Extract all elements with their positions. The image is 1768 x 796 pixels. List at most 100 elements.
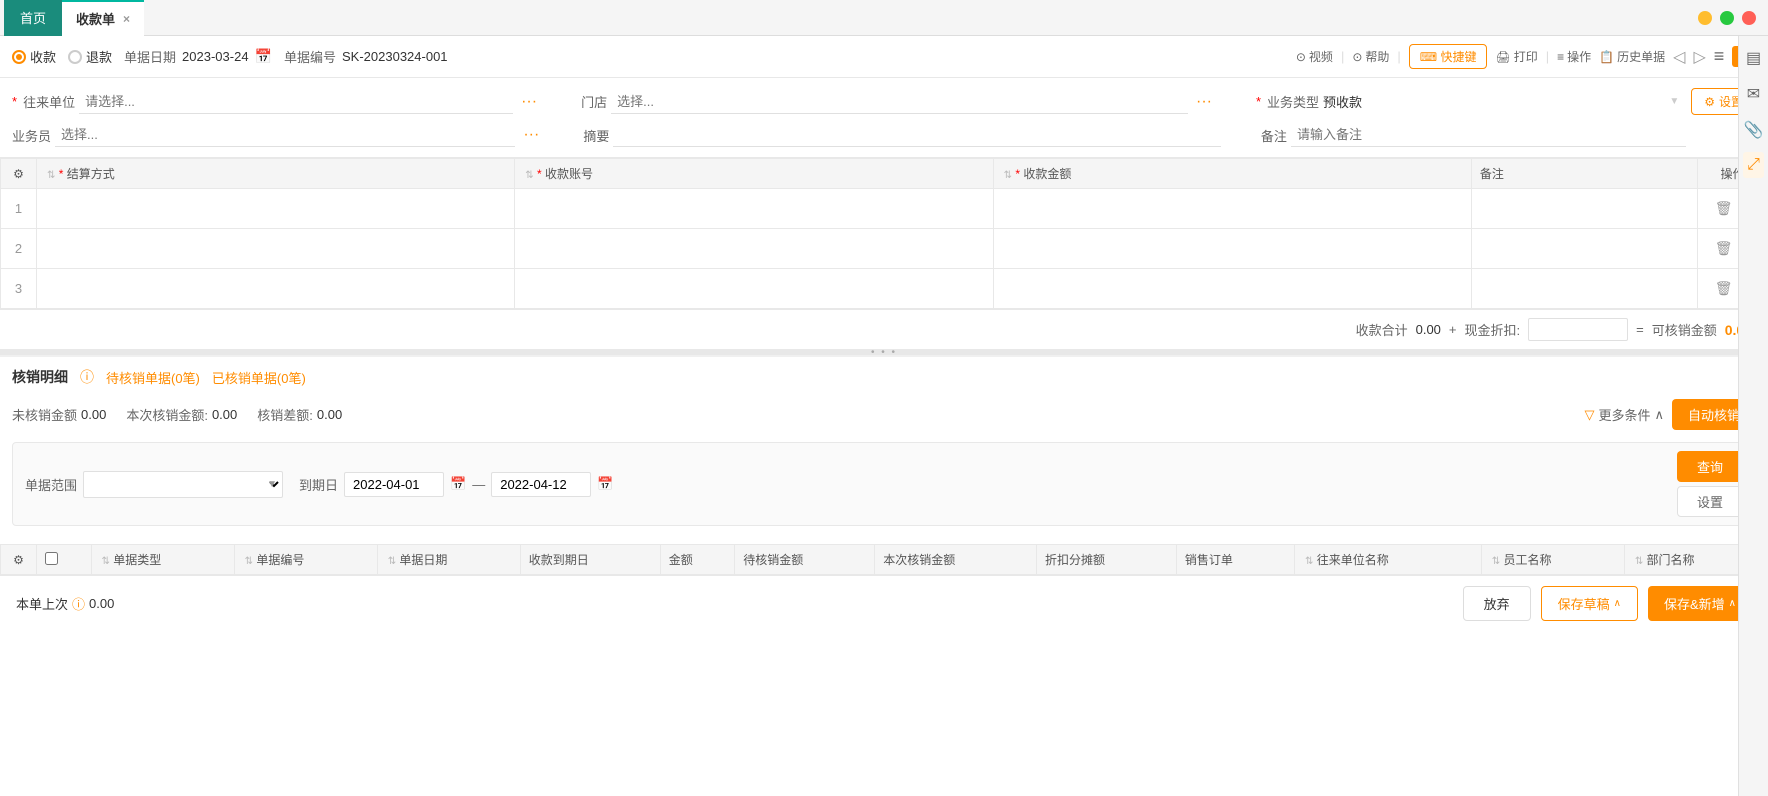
calendar-to-icon[interactable]: 📅 (597, 476, 613, 492)
cell-note-1[interactable] (1471, 189, 1697, 229)
delete-icon-1[interactable]: 🗑 (1715, 200, 1733, 217)
window-minimize-btn[interactable] (1698, 11, 1712, 25)
store-input[interactable] (611, 90, 1188, 114)
video-label: 视频 (1309, 48, 1333, 65)
tab-receipt[interactable]: 收款单 × (62, 0, 144, 36)
cell-amount-2[interactable] (993, 229, 1471, 269)
save-new-button[interactable]: 保存&新增 ∧ (1648, 586, 1752, 621)
operation-btn[interactable]: ≡ 操作 (1557, 48, 1591, 65)
calendar-icon[interactable]: 📅 (255, 48, 272, 65)
discount-input[interactable] (1528, 318, 1628, 341)
sort-b6: ⇅ (1635, 556, 1643, 567)
tab-home[interactable]: 首页 (4, 0, 62, 36)
discard-label: 放弃 (1484, 597, 1510, 612)
radio-refund[interactable]: 退款 (68, 47, 112, 66)
range-select[interactable] (83, 471, 283, 498)
bth-discount-label: 折扣分摊额 (1045, 553, 1105, 567)
window-close-btn[interactable] (1742, 11, 1756, 25)
menu-icon[interactable]: ≡ (1714, 46, 1725, 67)
video-btn[interactable]: ⊙ 视频 (1296, 48, 1333, 65)
tab-close-icon[interactable]: × (123, 12, 130, 26)
shortcut-btn[interactable]: ⌨ 快捷键 (1409, 44, 1488, 69)
bth-checkbox[interactable] (37, 545, 92, 575)
date-to-input[interactable] (491, 472, 591, 497)
bth-this-time-label: 本次核销金额 (883, 553, 955, 567)
table-gear-icon[interactable]: ⚙ (13, 167, 24, 181)
cell-account-3[interactable] (515, 269, 993, 309)
history-label: 历史单据 (1617, 48, 1665, 65)
delete-icon-2[interactable]: 🗑 (1715, 240, 1733, 257)
select-all-checkbox[interactable] (45, 552, 58, 565)
window-maximize-btn[interactable] (1720, 11, 1734, 25)
sidebar-table-icon[interactable]: ▤ (1742, 44, 1765, 72)
salesman-label: 业务员 (12, 126, 51, 145)
bth-dept-label: 部门名称 (1647, 553, 1695, 567)
writeoff-info-icon[interactable]: ⓘ (80, 367, 94, 387)
more-conditions-btn[interactable]: ▽ 更多条件 ∧ (1584, 405, 1664, 424)
done-tab-link[interactable]: 已核销单据(0笔) (212, 368, 306, 387)
date-from-input[interactable] (344, 472, 444, 497)
query-button[interactable]: 查询 (1677, 451, 1743, 482)
bottom-gear-icon[interactable]: ⚙ (13, 553, 24, 567)
nav-prev-icon[interactable]: ◁ (1673, 47, 1685, 67)
bottom-table-container: ⚙ ⇅ 单据类型 ⇅ 单据编号 ⇅ 单据日期 (0, 544, 1768, 575)
help-icon: ⊙ (1352, 50, 1362, 64)
nav-next-icon[interactable]: ▷ (1693, 47, 1705, 67)
sidebar-attach-icon[interactable]: 📎 (1740, 116, 1768, 144)
diff-label: 核销差额: (257, 405, 313, 424)
table-row: 3 🗑 ⊕ (1, 269, 1768, 309)
business-type-arrow-icon[interactable]: ▼ (1669, 96, 1679, 107)
summary-input[interactable] (613, 123, 1221, 147)
bth-pending: 待核销金额 (735, 545, 875, 575)
delete-icon-3[interactable]: 🗑 (1715, 280, 1733, 297)
print-btn[interactable]: 🖨 打印 (1495, 48, 1537, 65)
radio-refund-dot (68, 50, 82, 64)
help-btn[interactable]: ⊙ 帮助 (1352, 48, 1389, 65)
print-icon: 🖨 (1495, 50, 1510, 64)
save-draft-button[interactable]: 保存草稿 ∧ (1541, 586, 1638, 621)
sidebar-mail-icon[interactable]: ✉ (1743, 80, 1764, 108)
history-icon: 📋 (1599, 50, 1614, 64)
pending-tab-link[interactable]: 待核销单据(0笔) (106, 368, 200, 387)
salesman-input[interactable] (55, 123, 515, 147)
cell-settlement-3[interactable] (37, 269, 515, 309)
salesman-more-icon[interactable]: ··· (519, 126, 543, 144)
due-date-label: 到期日 (299, 475, 338, 494)
cell-note-3[interactable] (1471, 269, 1697, 309)
remark-input[interactable] (1291, 123, 1686, 147)
cell-account-2[interactable] (515, 229, 993, 269)
calendar-from-icon[interactable]: 📅 (450, 476, 466, 492)
required-star-5: * (1015, 167, 1020, 181)
bth-gear[interactable]: ⚙ (1, 545, 37, 575)
toolbar-right: ⊙ 视频 | ⊙ 帮助 | ⌨ 快捷键 🖨 打印 | ≡ 操作 (1296, 44, 1756, 69)
counterpart-more-icon[interactable]: ··· (517, 93, 541, 111)
operation-label: 操作 (1567, 48, 1591, 65)
radio-receipt[interactable]: 收款 (12, 47, 56, 66)
bth-employee: ⇅ 员工名称 (1481, 545, 1624, 575)
total-label: 收款合计 (1356, 320, 1408, 339)
business-type-label: 业务类型 (1267, 92, 1319, 111)
store-more-icon[interactable]: ··· (1192, 93, 1216, 111)
sidebar-expand-icon[interactable]: ⤢ (1743, 152, 1764, 178)
footer-info: 本单上次 ⓘ 0.00 (16, 594, 114, 613)
search-settings-label: 设置 (1697, 495, 1723, 510)
th-gear[interactable]: ⚙ (1, 159, 37, 189)
footer-info-icon[interactable]: ⓘ (72, 594, 85, 613)
summary-field: 摘要 (583, 123, 1221, 147)
remark-label: 备注 (1261, 126, 1287, 145)
cell-note-2[interactable] (1471, 229, 1697, 269)
cell-amount-3[interactable] (993, 269, 1471, 309)
history-btn[interactable]: 📋 历史单据 (1599, 48, 1665, 65)
due-date-field: 到期日 📅 — 📅 (299, 472, 613, 497)
search-settings-button[interactable]: 设置 (1677, 486, 1743, 517)
save-draft-label: 保存草稿 (1558, 594, 1610, 613)
counterpart-input[interactable] (79, 90, 513, 114)
cell-amount-1[interactable] (993, 189, 1471, 229)
cell-settlement-1[interactable] (37, 189, 515, 229)
cell-settlement-2[interactable] (37, 229, 515, 269)
row-num-3: 3 (1, 269, 37, 309)
this-time-label: 本次核销金额: (126, 405, 208, 424)
cell-account-1[interactable] (515, 189, 993, 229)
discard-button[interactable]: 放弃 (1463, 586, 1531, 621)
sort-b5: ⇅ (1492, 556, 1500, 567)
